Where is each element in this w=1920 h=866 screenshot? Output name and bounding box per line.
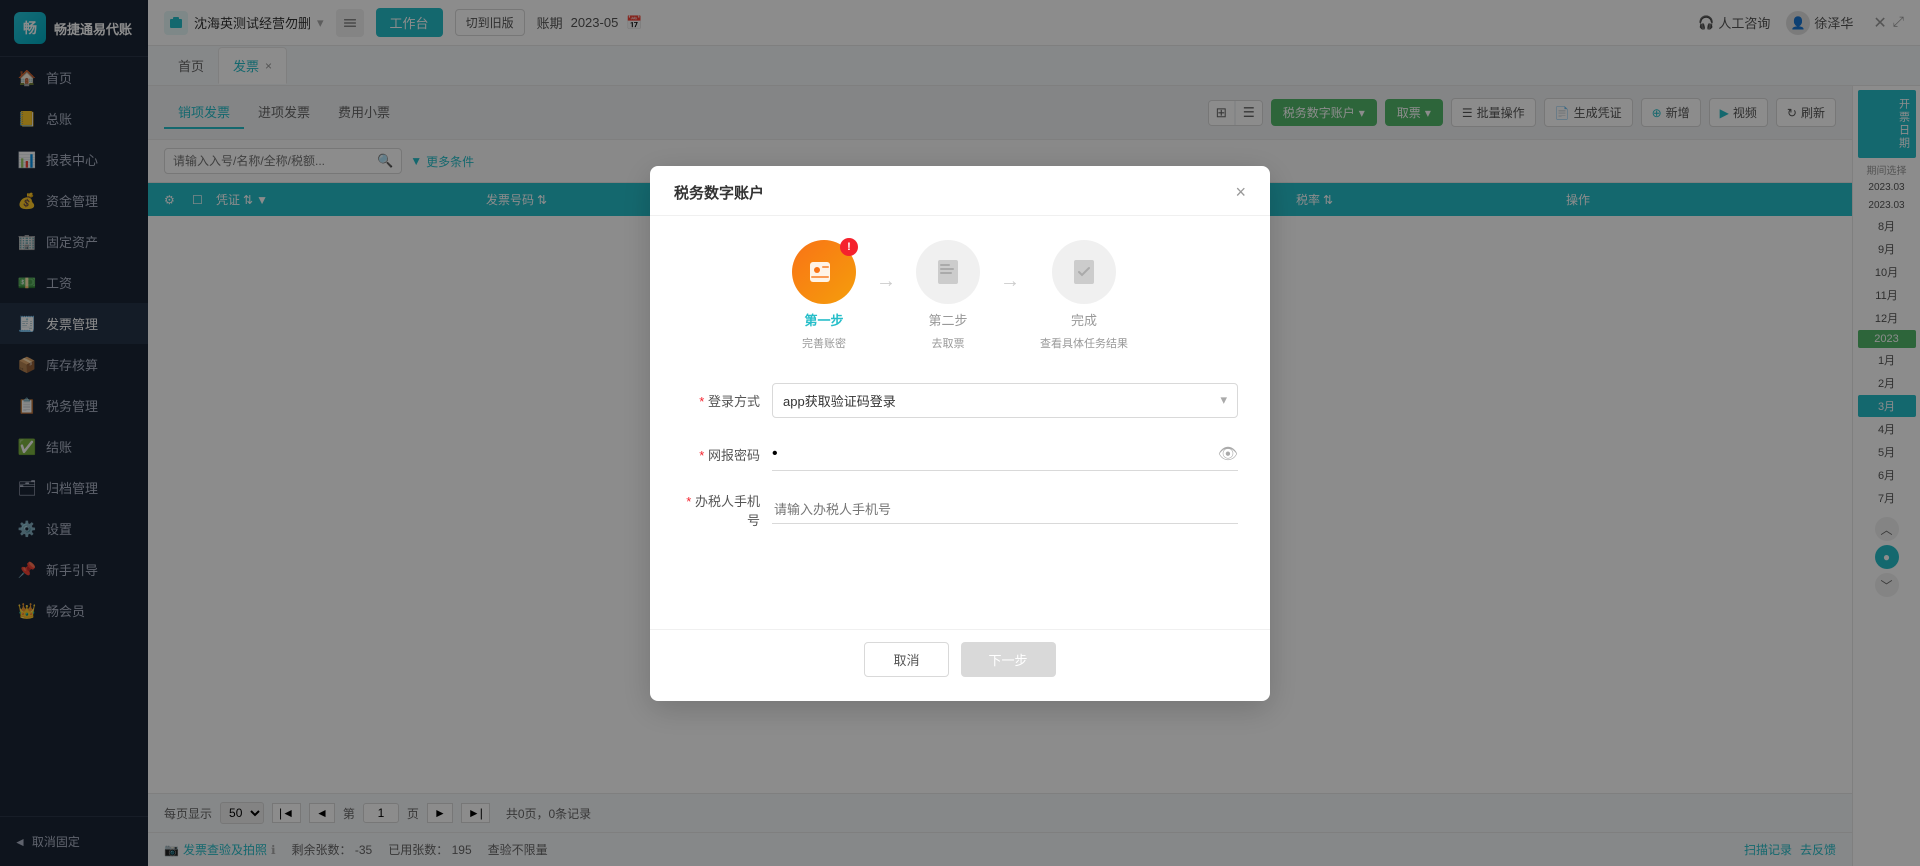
phone-input[interactable] — [772, 496, 1238, 524]
step-3-label: 完成 — [1071, 310, 1097, 329]
login-method-label: * 登录方式 — [682, 391, 772, 410]
required-star-3: * — [686, 494, 691, 509]
step-3-sublabel: 查看具体任务结果 — [1040, 335, 1128, 351]
step-2-icon — [916, 240, 980, 304]
modal-header: 税务数字账户 × — [650, 166, 1270, 216]
required-star-1: * — [699, 394, 704, 409]
phone-field: * 办税人手机号 — [682, 491, 1238, 529]
modal-title: 税务数字账户 — [674, 182, 764, 203]
password-input[interactable] — [772, 445, 1218, 463]
required-star-2: * — [699, 448, 704, 463]
arrow-2: → — [980, 270, 1040, 293]
select-arrow-icon: ▾ — [1220, 392, 1227, 408]
arrow-1: → — [856, 270, 916, 293]
password-input-wrap: 👁 — [772, 438, 1238, 471]
step-1-icon: ! — [792, 240, 856, 304]
tax-digital-modal: 税务数字账户 × ! 第一步 — [650, 166, 1270, 701]
step-1-sublabel: 完善账密 — [802, 335, 846, 351]
phone-label: * 办税人手机号 — [682, 491, 772, 529]
step-2: 第二步 去取票 — [916, 240, 980, 351]
modal-close-btn[interactable]: × — [1235, 182, 1246, 203]
password-field: * 网报密码 👁 — [682, 438, 1238, 471]
modal-form: * 登录方式 app获取验证码登录 ▾ * 网报密码 — [682, 383, 1238, 529]
login-method-select[interactable]: app获取验证码登录 ▾ — [772, 383, 1238, 418]
step-3-icon — [1052, 240, 1116, 304]
modal-spacer — [682, 549, 1238, 589]
step-1-label: 第一步 — [804, 310, 843, 329]
steps-indicator: ! 第一步 完善账密 → — [682, 240, 1238, 351]
step-2-label: 第二步 — [928, 310, 967, 329]
modal-footer: 取消 下一步 — [650, 629, 1270, 677]
step-3: 完成 查看具体任务结果 — [1040, 240, 1128, 351]
step-2-sublabel: 去取票 — [932, 335, 965, 351]
eye-toggle-icon[interactable]: 👁 — [1218, 444, 1238, 464]
modal-body: ! 第一步 完善账密 → — [650, 216, 1270, 613]
password-label: * 网报密码 — [682, 445, 772, 464]
step-1-badge: ! — [840, 238, 858, 256]
cancel-btn[interactable]: 取消 — [864, 642, 948, 677]
modal-overlay[interactable]: 税务数字账户 × ! 第一步 — [0, 0, 1920, 866]
next-btn[interactable]: 下一步 — [961, 642, 1056, 677]
step-1: ! 第一步 完善账密 — [792, 240, 856, 351]
login-method-field: * 登录方式 app获取验证码登录 ▾ — [682, 383, 1238, 418]
